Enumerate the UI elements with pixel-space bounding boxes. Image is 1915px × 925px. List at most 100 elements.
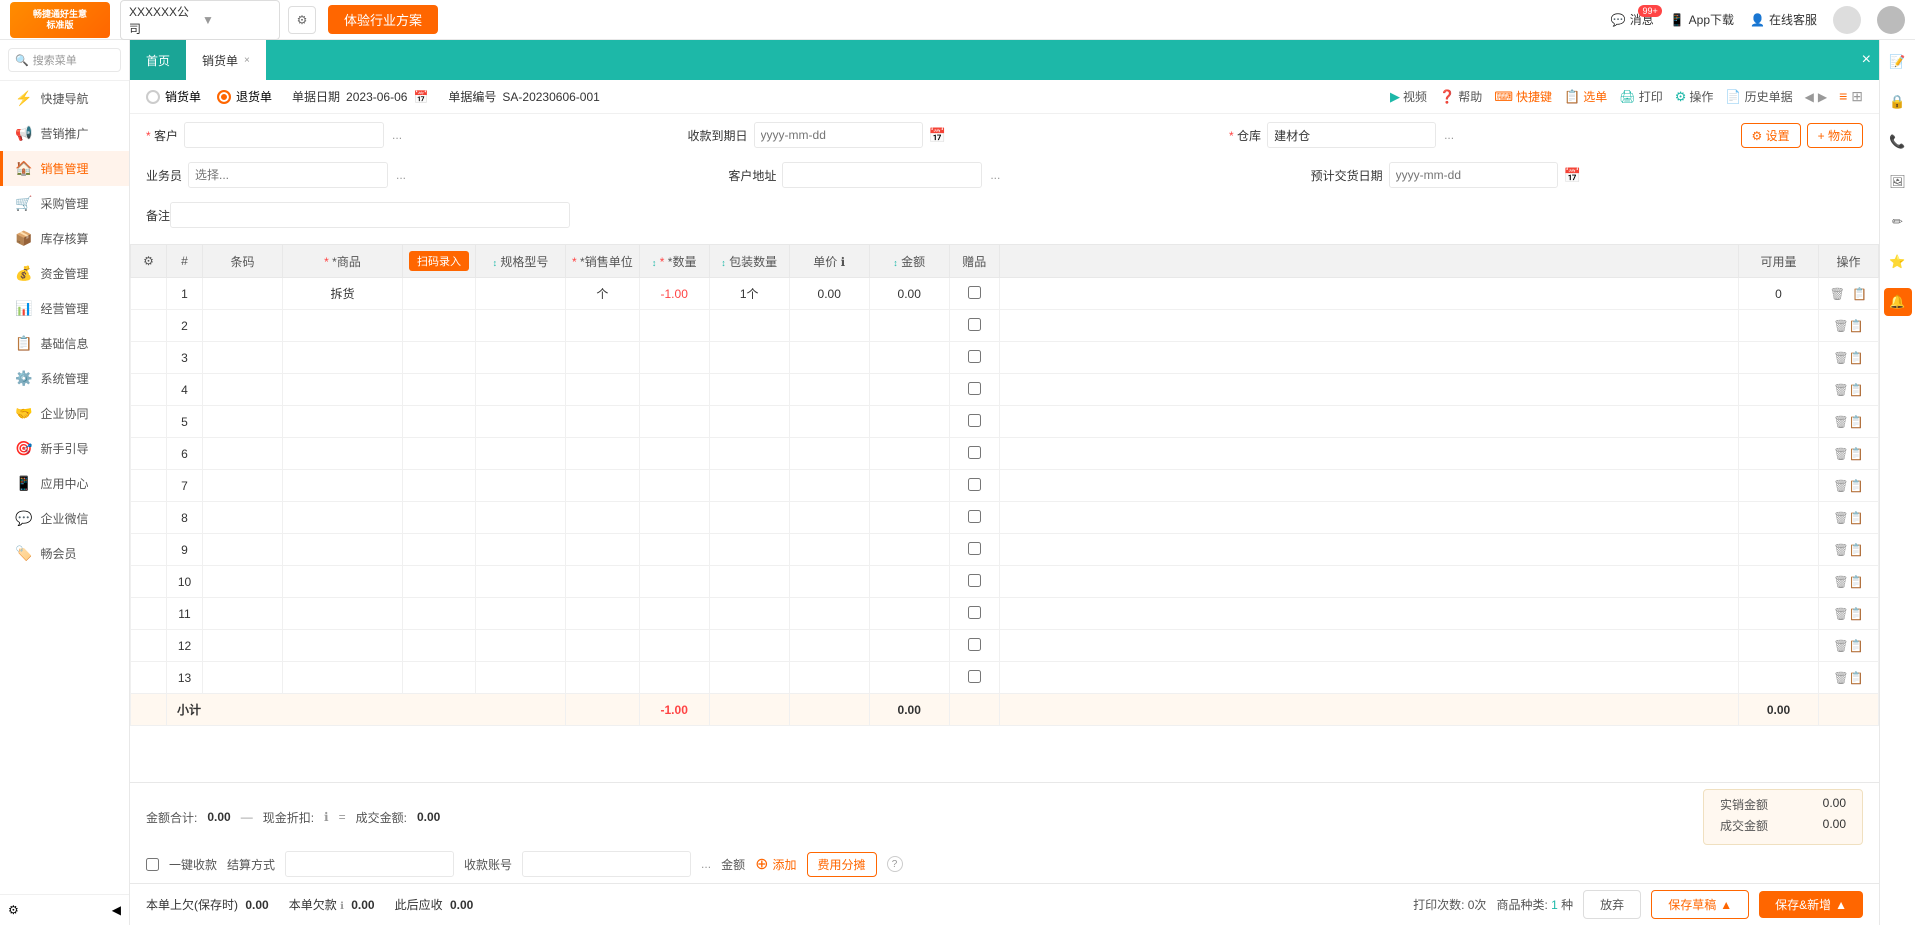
salesperson-dots[interactable]: ...	[396, 168, 406, 182]
app-download-btn[interactable]: 📱 App下载	[1670, 11, 1734, 28]
scan-btn[interactable]: 扫码录入	[409, 251, 469, 271]
total-debt-help[interactable]: ℹ	[340, 901, 344, 912]
copy-icon[interactable]: 📋	[1849, 479, 1864, 493]
row1-delete-icon[interactable]: 🗑	[1830, 287, 1845, 301]
payment-due-calendar-icon[interactable]: 📅	[929, 127, 946, 144]
row1-spec[interactable]	[476, 278, 566, 310]
customer-dots[interactable]: ...	[392, 128, 402, 142]
del-icon[interactable]: 🗑	[1833, 543, 1848, 557]
row1-pkg[interactable]: 1个	[709, 278, 789, 310]
account-dots[interactable]: ...	[701, 857, 711, 871]
radio-return[interactable]: 退货单	[217, 88, 272, 105]
toolbar-video[interactable]: ▶ 视频	[1390, 88, 1427, 105]
sidebar-item-finance[interactable]: 💰 资金管理	[0, 256, 129, 291]
company-selector[interactable]: XXXXXX公司 ▼	[120, 0, 280, 40]
toolbar-history[interactable]: 📄 历史单据	[1725, 88, 1792, 105]
rp-edit[interactable]: ✏	[1884, 208, 1912, 236]
one-click-payment-checkbox[interactable]	[146, 858, 159, 871]
sidebar-item-member[interactable]: 🏷️ 畅会员	[0, 536, 129, 571]
row1-barcode[interactable]	[203, 278, 283, 310]
rp-image[interactable]: 🖼	[1884, 168, 1912, 196]
sidebar-settings-icon[interactable]: ⚙	[8, 903, 19, 917]
copy-icon[interactable]: 📋	[1849, 671, 1864, 685]
del-icon[interactable]: 🗑	[1833, 511, 1848, 525]
toolbar-help[interactable]: ❓ 帮助	[1439, 88, 1482, 105]
online-service-btn[interactable]: 👤 在线客服	[1750, 11, 1817, 28]
copy-icon[interactable]: 📋	[1849, 351, 1864, 365]
rp-star[interactable]: ⭐	[1884, 248, 1912, 276]
row1-price[interactable]: 0.00	[789, 278, 869, 310]
sidebar-search-btn[interactable]: 🔍 搜索菜单	[8, 48, 121, 72]
sidebar-item-appstore[interactable]: 📱 应用中心	[0, 466, 129, 501]
tab-home[interactable]: 首页	[130, 40, 186, 80]
copy-icon[interactable]: 📋	[1849, 607, 1864, 621]
copy-icon[interactable]: 📋	[1849, 511, 1864, 525]
calendar-icon[interactable]: 📅	[413, 90, 428, 104]
add-label[interactable]: 添加	[772, 856, 796, 873]
radio-return-btn[interactable]	[217, 90, 231, 104]
settings-icon[interactable]: ⚙	[288, 6, 316, 34]
del-icon[interactable]: 🗑	[1833, 447, 1848, 461]
row1-amount[interactable]: 0.00	[869, 278, 949, 310]
toolbar-select[interactable]: 📋 选单	[1564, 88, 1607, 105]
toolbar-print[interactable]: 🖨 打印	[1619, 88, 1663, 105]
del-icon[interactable]: 🗑	[1833, 607, 1848, 621]
expected-date-calendar-icon[interactable]: 📅	[1564, 167, 1581, 184]
tab-close-all-icon[interactable]: ×	[1862, 51, 1871, 69]
expense-split-btn[interactable]: 费用分摊	[807, 852, 877, 877]
del-icon[interactable]: 🗑	[1833, 351, 1848, 365]
toolbar-ops[interactable]: ⚙ 操作	[1675, 88, 1714, 105]
rp-lock[interactable]: 🔒	[1884, 88, 1912, 116]
sidebar-item-operations[interactable]: 📊 经营管理	[0, 291, 129, 326]
rp-phone[interactable]: 📞	[1884, 128, 1912, 156]
row1-gift-checkbox[interactable]	[968, 286, 981, 299]
radio-sales-btn[interactable]	[146, 90, 160, 104]
nav-next-btn[interactable]: ▶	[1818, 90, 1827, 104]
calc-method-input[interactable]	[285, 851, 454, 877]
view-grid-btn[interactable]: ⊞	[1851, 88, 1863, 105]
save-new-btn[interactable]: 保存&新增 ▲	[1759, 891, 1863, 918]
address-dots[interactable]: ...	[990, 168, 1000, 182]
toolbar-shortcut[interactable]: ⌨ 快捷键	[1494, 88, 1552, 105]
copy-icon[interactable]: 📋	[1849, 543, 1864, 557]
tab-close-icon[interactable]: ×	[244, 55, 250, 66]
sidebar-item-system[interactable]: ⚙️ 系统管理	[0, 361, 129, 396]
copy-icon[interactable]: 📋	[1849, 415, 1864, 429]
expected-date-input[interactable]	[1389, 162, 1558, 188]
account-input[interactable]	[522, 851, 691, 877]
rp-notes[interactable]: 📝	[1884, 48, 1912, 76]
sidebar-item-purchase[interactable]: 🛒 采购管理	[0, 186, 129, 221]
help-icon[interactable]: ?	[887, 856, 903, 872]
row1-unit[interactable]: 个	[566, 278, 640, 310]
del-icon[interactable]: 🗑	[1833, 639, 1848, 653]
message-btn[interactable]: 💬 消息 99+	[1611, 11, 1654, 28]
customer-input[interactable]	[184, 122, 384, 148]
rp-alert[interactable]: 🔔	[1884, 288, 1912, 316]
avatar[interactable]	[1833, 6, 1861, 34]
del-icon[interactable]: 🗑	[1833, 319, 1848, 333]
row1-product[interactable]: 拆货	[283, 278, 403, 310]
nav-prev-btn[interactable]: ◀	[1805, 90, 1814, 104]
sidebar-item-inventory[interactable]: 📦 库存核算	[0, 221, 129, 256]
sidebar-item-newbie[interactable]: 🎯 新手引导	[0, 431, 129, 466]
discount-help-icon[interactable]: ℹ	[324, 810, 329, 824]
payment-due-input[interactable]	[754, 122, 923, 148]
copy-icon[interactable]: 📋	[1849, 575, 1864, 589]
flow-btn[interactable]: + 物流	[1807, 123, 1863, 148]
warehouse-dots[interactable]: ...	[1444, 128, 1454, 142]
del-icon[interactable]: 🗑	[1833, 415, 1848, 429]
sidebar-item-quicknav[interactable]: ⚡ 快捷导航	[0, 81, 129, 116]
del-icon[interactable]: 🗑	[1833, 671, 1848, 685]
radio-sales[interactable]: 销货单	[146, 88, 201, 105]
sidebar-item-sales[interactable]: 🏠 销售管理	[0, 151, 129, 186]
row1-gift[interactable]	[949, 278, 999, 310]
view-list-btn[interactable]: ≡	[1839, 88, 1847, 105]
salesperson-input[interactable]	[188, 162, 388, 188]
del-icon[interactable]: 🗑	[1833, 479, 1848, 493]
notes-input[interactable]	[170, 202, 570, 228]
save-draft-btn[interactable]: 保存草稿 ▲	[1651, 890, 1749, 919]
tab-sales-order[interactable]: 销货单 ×	[186, 40, 266, 80]
copy-icon[interactable]: 📋	[1849, 447, 1864, 461]
th-settings[interactable]: ⚙	[131, 245, 167, 278]
copy-icon[interactable]: 📋	[1849, 639, 1864, 653]
